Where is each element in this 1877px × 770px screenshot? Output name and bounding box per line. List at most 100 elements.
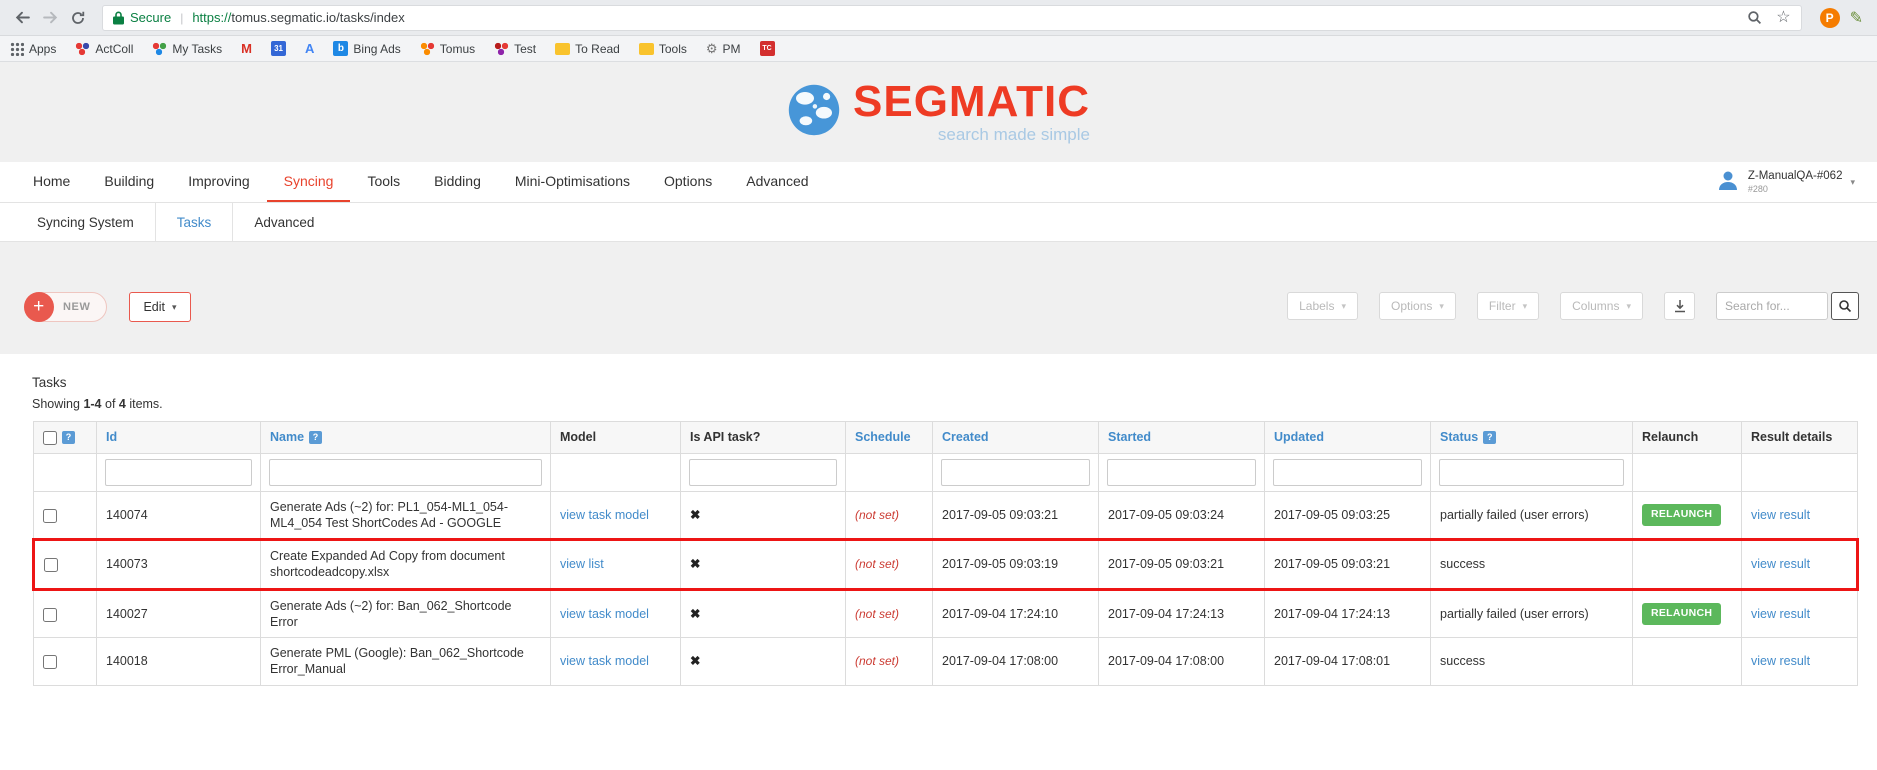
- help-icon[interactable]: ?: [309, 431, 323, 445]
- forward-button[interactable]: [38, 6, 62, 30]
- bookmark-star-icon[interactable]: ☆: [1776, 9, 1790, 26]
- filter-cell-id: [96, 452, 261, 492]
- toolbar-filter-dropdown[interactable]: Filter ▾: [1476, 292, 1540, 320]
- task-row-140074: 140074 Generate Ads (~2) for: PL1_054-ML1…: [33, 490, 1858, 541]
- filter-input-updated[interactable]: [1273, 458, 1422, 486]
- col-header-api: Is API task?: [680, 421, 846, 454]
- bookmark-bing-ads[interactable]: b Bing Ads: [333, 41, 401, 56]
- bookmark-to-read[interactable]: To Read: [555, 42, 620, 56]
- col-label-created[interactable]: Created: [942, 430, 989, 444]
- nav-item-home[interactable]: Home: [16, 162, 87, 202]
- subnav-item-tasks[interactable]: Tasks: [154, 203, 234, 241]
- bookmark-test[interactable]: Test: [494, 41, 536, 56]
- nav-item-advanced[interactable]: Advanced: [729, 162, 825, 202]
- filter-input-api[interactable]: [689, 458, 837, 486]
- calendar-31-icon: 31: [271, 41, 287, 56]
- export-button[interactable]: [1664, 292, 1695, 320]
- col-label-status[interactable]: Status: [1440, 430, 1478, 444]
- cross-icon: ✖: [690, 654, 701, 669]
- col-label-updated[interactable]: Updated: [1274, 430, 1324, 444]
- search-input[interactable]: [1716, 292, 1828, 320]
- view-result-link[interactable]: view result: [1751, 508, 1810, 522]
- edit-dropdown[interactable]: Edit ▾: [129, 292, 191, 322]
- relaunch-button[interactable]: RELAUNCH: [1642, 603, 1722, 625]
- select-all-checkbox[interactable]: [43, 430, 57, 445]
- col-label-id[interactable]: Id: [106, 430, 117, 444]
- view-result-link[interactable]: view result: [1751, 654, 1810, 668]
- toolbar-options-dropdown[interactable]: Options ▾: [1379, 292, 1456, 320]
- bookmark-pm[interactable]: ⚙ PM: [706, 41, 741, 57]
- view-list-link[interactable]: view list: [560, 557, 604, 571]
- nav-item-improving[interactable]: Improving: [171, 162, 266, 202]
- toolbar-labels-dropdown[interactable]: Labels ▾: [1287, 292, 1359, 320]
- bookmark-actcoll[interactable]: ActColl: [75, 41, 133, 56]
- schedule-value: (not set): [855, 654, 900, 669]
- col-header-id: Id: [96, 421, 261, 454]
- filter-input-created[interactable]: [941, 458, 1090, 486]
- row-checkbox[interactable]: [44, 558, 58, 573]
- nav-item-options[interactable]: Options: [647, 162, 729, 202]
- view-task-model-link[interactable]: view task model: [560, 508, 649, 522]
- address-bar[interactable]: Secure | https://tomus.segmatic.io/tasks…: [102, 4, 1802, 31]
- col-label-schedule[interactable]: Schedule: [855, 430, 911, 444]
- view-result-link[interactable]: view result: [1751, 607, 1810, 621]
- col-header-result: Result details: [1741, 421, 1858, 454]
- col-header-cb: ?: [33, 421, 97, 454]
- toolbar-columns-dropdown[interactable]: Columns ▾: [1560, 292, 1643, 320]
- filter-input-id[interactable]: [105, 458, 252, 486]
- filter-cell-result: [1741, 452, 1858, 492]
- col-label-name[interactable]: Name: [270, 430, 304, 444]
- url-rest: tomus.segmatic.io/tasks/index: [231, 10, 405, 25]
- extension-pencil-icon[interactable]: ✎: [1850, 8, 1863, 28]
- row-checkbox[interactable]: [43, 607, 57, 622]
- filter-cell-name: [260, 452, 551, 492]
- filter-input-name[interactable]: [269, 458, 542, 486]
- back-button[interactable]: [10, 6, 34, 30]
- cell-api: ✖: [680, 588, 846, 639]
- analytics-a-icon: A: [305, 41, 315, 56]
- logo-band: SEGMATIC search made simple: [0, 62, 1877, 162]
- nav-item-building[interactable]: Building: [87, 162, 171, 202]
- bookmark-gmail-m[interactable]: M: [241, 41, 252, 56]
- subnav-item-advanced[interactable]: Advanced: [233, 203, 335, 241]
- col-label-started[interactable]: Started: [1108, 430, 1151, 444]
- url-scheme: https://: [192, 10, 232, 25]
- search-button[interactable]: [1831, 292, 1859, 320]
- refresh-button[interactable]: [66, 6, 90, 30]
- bookmark-apps[interactable]: Apps: [10, 41, 56, 56]
- bookmark-tools[interactable]: Tools: [638, 42, 687, 56]
- nav-item-bidding[interactable]: Bidding: [417, 162, 498, 202]
- nav-item-mini-optimisations[interactable]: Mini-Optimisations: [498, 162, 647, 202]
- view-task-model-link[interactable]: view task model: [560, 654, 649, 668]
- edit-label: Edit: [143, 300, 166, 314]
- help-icon[interactable]: ?: [62, 431, 75, 444]
- bookmarks-bar: Apps ActColl My Tasks M 31 Ab Bing Ads Tomus Tes…: [0, 36, 1877, 62]
- view-result-link[interactable]: view result: [1751, 557, 1810, 571]
- cell-name: Create Expanded Ad Copy from document sh…: [260, 538, 551, 591]
- bookmark-my-tasks[interactable]: My Tasks: [152, 41, 222, 56]
- zoom-icon[interactable]: [1747, 10, 1762, 25]
- summary-range: 1-4: [83, 397, 102, 411]
- table-header-row: ? Id Name? Model Is API task? Schedule Created…: [33, 421, 1858, 454]
- row-checkbox[interactable]: [43, 508, 57, 523]
- help-icon[interactable]: ?: [1483, 431, 1497, 445]
- nav-item-syncing[interactable]: Syncing: [266, 162, 351, 202]
- bookmark-tc-red[interactable]: TC: [759, 41, 775, 56]
- toolbar-left: + NEW Edit ▾: [24, 292, 191, 322]
- nav-item-tools[interactable]: Tools: [350, 162, 417, 202]
- main-nav: Home Building Improving Syncing Tools Bidding…: [0, 162, 1877, 203]
- bookmark-analytics-a[interactable]: A: [305, 41, 314, 56]
- row-checkbox[interactable]: [43, 655, 57, 670]
- filter-input-status[interactable]: [1439, 458, 1624, 486]
- extension-p-icon[interactable]: P: [1819, 7, 1840, 28]
- user-menu[interactable]: Z-ManualQA-#062 #280 ▾: [1716, 162, 1855, 202]
- bookmark-tomus[interactable]: Tomus: [419, 41, 475, 56]
- lock-icon: [113, 11, 124, 25]
- bookmark-calendar-31[interactable]: 31: [271, 41, 287, 56]
- filter-input-started[interactable]: [1107, 458, 1256, 486]
- new-button[interactable]: + NEW: [24, 292, 108, 322]
- relaunch-button[interactable]: RELAUNCH: [1642, 504, 1722, 526]
- col-header-started: Started: [1098, 421, 1265, 454]
- subnav-item-syncing-system[interactable]: Syncing System: [16, 203, 155, 241]
- view-task-model-link[interactable]: view task model: [560, 607, 649, 621]
